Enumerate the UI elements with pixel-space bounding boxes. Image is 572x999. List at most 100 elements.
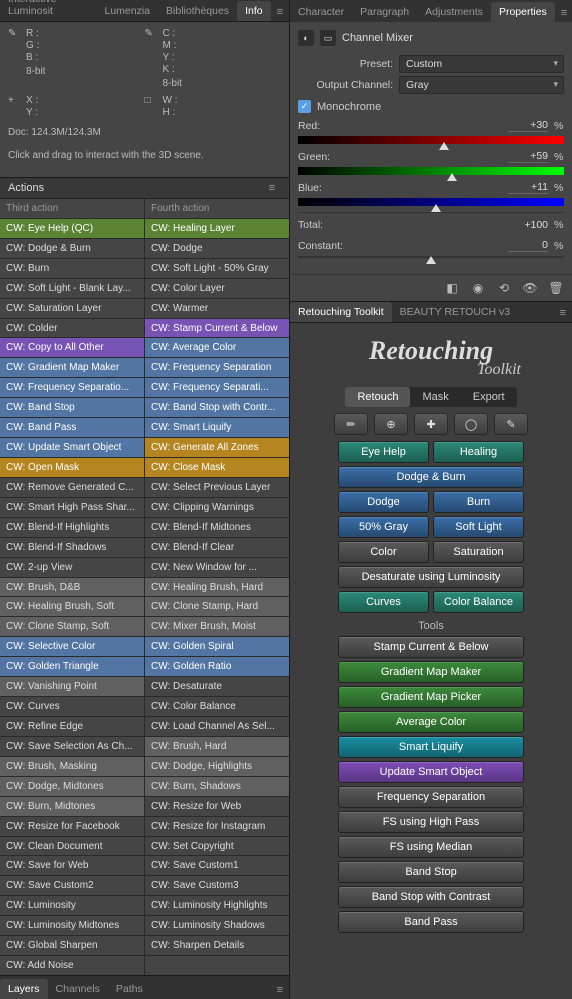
action-item[interactable]: CW: Color Layer: [145, 279, 289, 298]
action-item[interactable]: CW: Desaturate: [145, 677, 289, 696]
action-item[interactable]: CW: Save Custom2: [0, 876, 144, 895]
action-item[interactable]: CW: Global Sharpen: [0, 936, 144, 955]
action-item[interactable]: CW: Soft Light - 50% Gray: [145, 259, 289, 278]
tab-properties[interactable]: Properties: [491, 2, 555, 22]
action-item[interactable]: CW: Mixer Brush, Moist: [145, 617, 289, 636]
action-item[interactable]: CW: Close Mask: [145, 458, 289, 477]
action-item[interactable]: [145, 956, 289, 975]
toolkit-tool-button[interactable]: Average Color: [338, 711, 524, 733]
action-item[interactable]: CW: Golden Triangle: [0, 657, 144, 676]
toolkit-tool-button[interactable]: Smart Liquify: [338, 736, 524, 758]
slider-value[interactable]: +11: [508, 181, 548, 194]
toolkit-tool-button[interactable]: Stamp Current & Below: [338, 636, 524, 658]
action-item[interactable]: CW: Copy to All Other: [0, 338, 144, 357]
tab-adjustments[interactable]: Adjustments: [417, 2, 491, 22]
action-item[interactable]: CW: Band Stop: [0, 398, 144, 417]
clip-icon[interactable]: ◧: [444, 281, 460, 295]
action-item[interactable]: CW: Sharpen Details: [145, 936, 289, 955]
action-item[interactable]: CW: Open Mask: [0, 458, 144, 477]
action-item[interactable]: CW: Colder: [0, 319, 144, 338]
tab-paragraph[interactable]: Paragraph: [352, 2, 417, 22]
tab-channels[interactable]: Channels: [48, 979, 108, 999]
toolkit-tool-button[interactable]: Gradient Map Picker: [338, 686, 524, 708]
action-item[interactable]: CW: Dodge, Highlights: [145, 757, 289, 776]
tab-libraries[interactable]: Bibliothèques: [158, 1, 237, 21]
action-item[interactable]: CW: Dodge, Midtones: [0, 777, 144, 796]
toolkit-button[interactable]: 50% Gray: [338, 516, 429, 538]
action-item[interactable]: CW: Select Previous Layer: [145, 478, 289, 497]
action-item[interactable]: CW: Save Custom3: [145, 876, 289, 895]
action-item[interactable]: CW: Frequency Separation: [145, 358, 289, 377]
action-item[interactable]: CW: Healing Brush, Soft: [0, 597, 144, 616]
action-item[interactable]: CW: Save Custom1: [145, 856, 289, 875]
action-item[interactable]: CW: Smart Liquify: [145, 418, 289, 437]
toolkit-tool-button[interactable]: Update Smart Object: [338, 761, 524, 783]
slider-green[interactable]: [298, 167, 564, 175]
action-item[interactable]: CW: Blend-If Shadows: [0, 538, 144, 557]
toolkit-button[interactable]: Eye Help: [338, 441, 429, 463]
reset-icon[interactable]: ⟲: [496, 281, 512, 295]
patch-icon[interactable]: ◯: [454, 413, 488, 435]
constant-value[interactable]: 0: [508, 239, 548, 252]
layers-menu-icon[interactable]: ≡: [271, 981, 289, 999]
action-item[interactable]: CW: Brush, Hard: [145, 737, 289, 756]
action-item[interactable]: CW: Frequency Separatio...: [0, 378, 144, 397]
action-item[interactable]: CW: 2-up View: [0, 558, 144, 577]
action-item[interactable]: CW: Burn, Midtones: [0, 797, 144, 816]
toolkit-button[interactable]: Dodge & Burn: [338, 466, 524, 488]
action-item[interactable]: CW: Soft Light - Blank Lay...: [0, 279, 144, 298]
action-item[interactable]: CW: Remove Generated C...: [0, 478, 144, 497]
toolkit-tool-button[interactable]: Band Stop: [338, 861, 524, 883]
action-item[interactable]: CW: Band Pass: [0, 418, 144, 437]
slider-red[interactable]: [298, 136, 564, 144]
toolkit-menu-icon[interactable]: ≡: [554, 304, 572, 322]
constant-slider[interactable]: [298, 256, 564, 258]
action-item[interactable]: CW: New Window for ...: [145, 558, 289, 577]
toolkit-tool-button[interactable]: Band Stop with Contrast: [338, 886, 524, 908]
action-item[interactable]: CW: Stamp Current & Below: [145, 319, 289, 338]
action-item[interactable]: CW: Resize for Instagram: [145, 817, 289, 836]
toolkit-button[interactable]: Healing: [433, 441, 524, 463]
action-item[interactable]: CW: Warmer: [145, 299, 289, 318]
action-item[interactable]: CW: Resize for Facebook: [0, 817, 144, 836]
action-item[interactable]: CW: Clean Document: [0, 837, 144, 856]
action-item[interactable]: CW: Brush, Masking: [0, 757, 144, 776]
toolkit-button[interactable]: Soft Light: [433, 516, 524, 538]
toolkit-tool-button[interactable]: Gradient Map Maker: [338, 661, 524, 683]
action-item[interactable]: CW: Smart High Pass Shar...: [0, 498, 144, 517]
action-item[interactable]: CW: Dodge & Burn: [0, 239, 144, 258]
action-item[interactable]: CW: Dodge: [145, 239, 289, 258]
tab-interactive-luminosity[interactable]: Interactive Luminosit: [0, 0, 96, 21]
tab-beauty-retouch[interactable]: BEAUTY RETOUCH v3: [392, 302, 518, 322]
mode-retouch[interactable]: Retouch: [345, 387, 410, 407]
action-item[interactable]: CW: Refine Edge: [0, 717, 144, 736]
tab-paths[interactable]: Paths: [108, 979, 151, 999]
action-item[interactable]: CW: Set Copyright: [145, 837, 289, 856]
action-item[interactable]: CW: Burn, Shadows: [145, 777, 289, 796]
heal-icon[interactable]: ✚: [414, 413, 448, 435]
tab-lumenzia[interactable]: Lumenzia: [96, 1, 158, 21]
tab-info[interactable]: Info: [237, 1, 271, 21]
panel-menu-icon[interactable]: ≡: [271, 3, 289, 21]
tab-character[interactable]: Character: [290, 2, 352, 22]
toolkit-button[interactable]: Saturation: [433, 541, 524, 563]
action-item[interactable]: CW: Clone Stamp, Soft: [0, 617, 144, 636]
actions-menu-icon[interactable]: ≡: [263, 179, 281, 197]
action-item[interactable]: CW: Golden Spiral: [145, 637, 289, 656]
action-item[interactable]: CW: Brush, D&B: [0, 578, 144, 597]
action-item[interactable]: CW: Save Selection As Ch...: [0, 737, 144, 756]
action-item[interactable]: CW: Healing Layer: [145, 219, 289, 238]
action-item[interactable]: CW: Frequency Separati...: [145, 378, 289, 397]
monochrome-checkbox[interactable]: ✓: [298, 100, 311, 113]
toolkit-button[interactable]: Curves: [338, 591, 429, 613]
action-item[interactable]: CW: Clipping Warnings: [145, 498, 289, 517]
action-item[interactable]: CW: Resize for Web: [145, 797, 289, 816]
action-item[interactable]: Fourth action: [145, 199, 289, 218]
slider-value[interactable]: +59: [508, 150, 548, 163]
action-item[interactable]: CW: Load Channel As Sel...: [145, 717, 289, 736]
action-item[interactable]: CW: Burn: [0, 259, 144, 278]
action-item[interactable]: CW: Luminosity Midtones: [0, 916, 144, 935]
action-item[interactable]: CW: Blend-If Clear: [145, 538, 289, 557]
action-item[interactable]: CW: Curves: [0, 697, 144, 716]
toolkit-button[interactable]: Color: [338, 541, 429, 563]
